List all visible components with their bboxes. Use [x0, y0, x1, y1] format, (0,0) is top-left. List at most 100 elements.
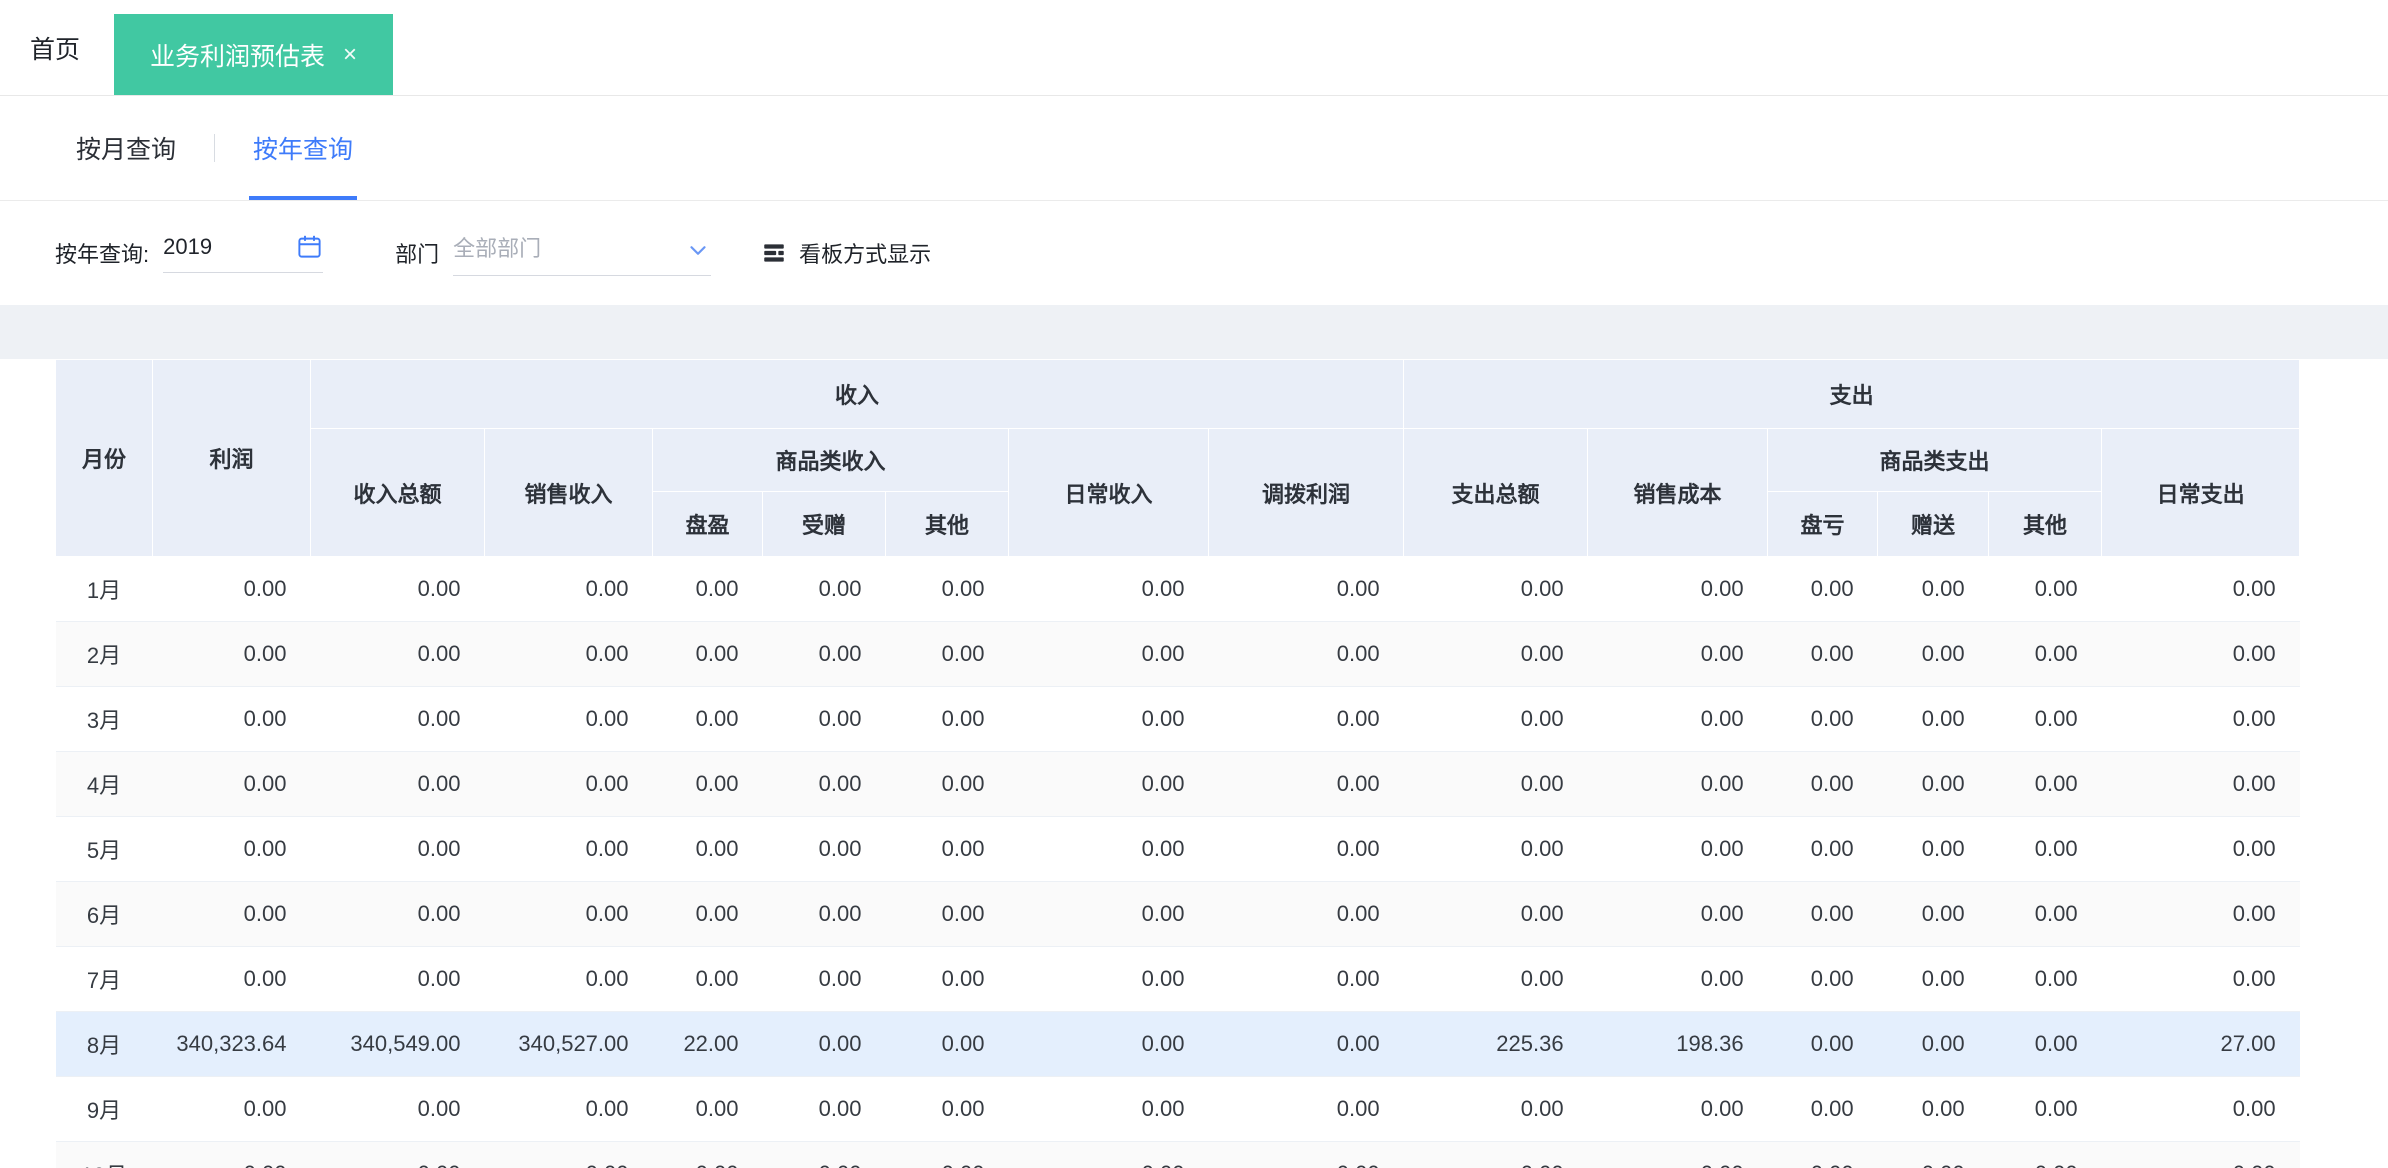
- col-header-profit: 利润: [152, 359, 311, 557]
- col-header-donation-received: 受赠: [762, 491, 886, 557]
- value-cell: 0.00: [152, 881, 311, 947]
- value-cell: 0.00: [652, 946, 763, 1012]
- month-cell: 9月: [55, 1076, 153, 1142]
- value-cell: 0.00: [1403, 751, 1588, 817]
- value-cell: 0.00: [885, 556, 1009, 622]
- col-header-expense-total: 支出总额: [1403, 428, 1589, 557]
- app-window: 首页 业务利润预估表 × 按月查询 按年查询 按年查询: 2019 部门 全部部…: [0, 0, 2388, 1168]
- value-cell: 0.00: [885, 881, 1009, 947]
- value-cell: 0.00: [1008, 946, 1209, 1012]
- col-header-other-expense: 其他: [1988, 491, 2103, 557]
- value-cell: 0.00: [1988, 686, 2102, 752]
- value-cell: 0.00: [1208, 751, 1404, 817]
- value-cell: 0.00: [1767, 816, 1878, 882]
- value-cell: 0.00: [1403, 686, 1588, 752]
- value-cell: 0.00: [152, 1076, 311, 1142]
- value-cell: 0.00: [2101, 1076, 2300, 1142]
- value-cell: 0.00: [1008, 556, 1209, 622]
- value-cell: 0.00: [1208, 556, 1404, 622]
- table-row[interactable]: 6月 0.00 0.00 0.00 0.00 0.00 0.00 0.00 0.00 0.00 0.…: [55, 881, 2300, 947]
- value-cell: 0.00: [1587, 1076, 1768, 1142]
- tab-bar: 首页 业务利润预估表 ×: [0, 0, 2388, 96]
- value-cell: 0.00: [1208, 1076, 1404, 1142]
- tab-monthly-query[interactable]: 按月查询: [76, 96, 176, 200]
- col-header-income-total: 收入总额: [310, 428, 485, 557]
- month-cell: 1月: [55, 556, 153, 622]
- value-cell: 0.00: [1988, 556, 2102, 622]
- value-cell: 0.00: [1877, 1011, 1989, 1077]
- department-select[interactable]: 全部部门: [453, 231, 712, 276]
- value-cell: 0.00: [1587, 556, 1768, 622]
- value-cell: 0.00: [484, 881, 653, 947]
- value-cell: 0.00: [885, 1076, 1009, 1142]
- month-cell: 8月: [55, 1011, 153, 1077]
- value-cell: 0.00: [885, 751, 1009, 817]
- value-cell: 0.00: [1767, 686, 1878, 752]
- value-cell: 0.00: [652, 556, 763, 622]
- value-cell: 0.00: [1008, 881, 1209, 947]
- table-row[interactable]: 2月 0.00 0.00 0.00 0.00 0.00 0.00 0.00 0.00 0.00 0.…: [55, 621, 2300, 687]
- col-header-inventory-loss: 盘亏: [1767, 491, 1879, 557]
- profit-table-container: 月份 利润 收入 支出 收入总额 销售收入 商品类收入 日常收入 调拨利润 支出…: [55, 359, 2301, 1168]
- table-row[interactable]: 1月 0.00 0.00 0.00 0.00 0.00 0.00 0.00 0.00 0.00 0.…: [55, 556, 2300, 622]
- table-row[interactable]: 9月 0.00 0.00 0.00 0.00 0.00 0.00 0.00 0.00 0.00 0.…: [55, 1076, 2300, 1142]
- value-cell: 0.00: [885, 621, 1009, 687]
- year-input[interactable]: 2019: [163, 233, 324, 273]
- value-cell: 0.00: [1208, 621, 1404, 687]
- value-cell: 340,323.64: [152, 1011, 311, 1077]
- col-header-sales-income: 销售收入: [484, 428, 653, 557]
- tab-home[interactable]: 首页: [30, 30, 80, 66]
- board-display-toggle[interactable]: 看板方式显示: [761, 237, 931, 269]
- table-body: 1月 0.00 0.00 0.00 0.00 0.00 0.00 0.00 0.00 0.00 0.…: [55, 556, 2300, 1168]
- value-cell: 0.00: [1767, 751, 1878, 817]
- value-cell: 0.00: [1767, 946, 1878, 1012]
- value-cell: 0.00: [1587, 1141, 1768, 1168]
- value-cell: 0.00: [2101, 556, 2300, 622]
- value-cell: 0.00: [762, 621, 886, 687]
- value-cell: 0.00: [1877, 1076, 1989, 1142]
- value-cell: 0.00: [1988, 1141, 2102, 1168]
- value-cell: 0.00: [1008, 751, 1209, 817]
- value-cell: 198.36: [1587, 1011, 1768, 1077]
- board-display-icon: [761, 240, 787, 266]
- calendar-icon[interactable]: [296, 233, 323, 260]
- value-cell: 0.00: [885, 946, 1009, 1012]
- value-cell: 0.00: [885, 1141, 1009, 1168]
- tab-yearly-query[interactable]: 按年查询: [249, 96, 358, 200]
- month-cell: 3月: [55, 686, 153, 752]
- value-cell: 0.00: [762, 816, 886, 882]
- value-cell: 0.00: [310, 556, 485, 622]
- value-cell: 0.00: [762, 881, 886, 947]
- table-row[interactable]: 4月 0.00 0.00 0.00 0.00 0.00 0.00 0.00 0.00 0.00 0.…: [55, 751, 2300, 817]
- col-header-inventory-gain: 盘盈: [652, 491, 763, 557]
- value-cell: 0.00: [762, 1011, 886, 1077]
- value-cell: 0.00: [484, 686, 653, 752]
- value-cell: 0.00: [1877, 1141, 1989, 1168]
- tab-business-profit-estimate[interactable]: 业务利润预估表 ×: [114, 14, 394, 95]
- value-cell: 0.00: [1767, 1011, 1878, 1077]
- value-cell: 0.00: [1877, 621, 1989, 687]
- value-cell: 0.00: [1587, 816, 1768, 882]
- month-cell: 5月: [55, 816, 153, 882]
- profit-table: 月份 利润 收入 支出 收入总额 销售收入 商品类收入 日常收入 调拨利润 支出…: [55, 359, 2301, 1168]
- table-row[interactable]: 3月 0.00 0.00 0.00 0.00 0.00 0.00 0.00 0.00 0.00 0.…: [55, 686, 2300, 752]
- value-cell: 0.00: [2101, 1141, 2300, 1168]
- value-cell: 225.36: [1403, 1011, 1588, 1077]
- chevron-down-icon: [685, 237, 711, 263]
- table-header: 月份 利润 收入 支出 收入总额 销售收入 商品类收入 日常收入 调拨利润 支出…: [55, 359, 2301, 557]
- close-icon[interactable]: ×: [343, 42, 357, 67]
- table-row[interactable]: 10月0.000.000.000.000.000.000.000.000.000…: [55, 1141, 2300, 1168]
- value-cell: 0.00: [484, 621, 653, 687]
- value-cell: 0.00: [1008, 1011, 1209, 1077]
- value-cell: 0.00: [2101, 946, 2300, 1012]
- table-row[interactable]: 5月 0.00 0.00 0.00 0.00 0.00 0.00 0.00 0.00 0.00 0.…: [55, 816, 2300, 882]
- value-cell: 0.00: [310, 881, 485, 947]
- month-cell: 2月: [55, 621, 153, 687]
- value-cell: 0.00: [652, 1141, 763, 1168]
- value-cell: 0.00: [310, 686, 485, 752]
- table-row[interactable]: 8月 340,323.64 340,549.00 340,527.00 22.00 0.0…: [55, 1011, 2300, 1077]
- value-cell: 0.00: [1988, 1011, 2102, 1077]
- value-cell: 0.00: [1008, 686, 1209, 752]
- table-row[interactable]: 7月 0.00 0.00 0.00 0.00 0.00 0.00 0.00 0.00 0.00 0.…: [55, 946, 2300, 1012]
- value-cell: 0.00: [152, 751, 311, 817]
